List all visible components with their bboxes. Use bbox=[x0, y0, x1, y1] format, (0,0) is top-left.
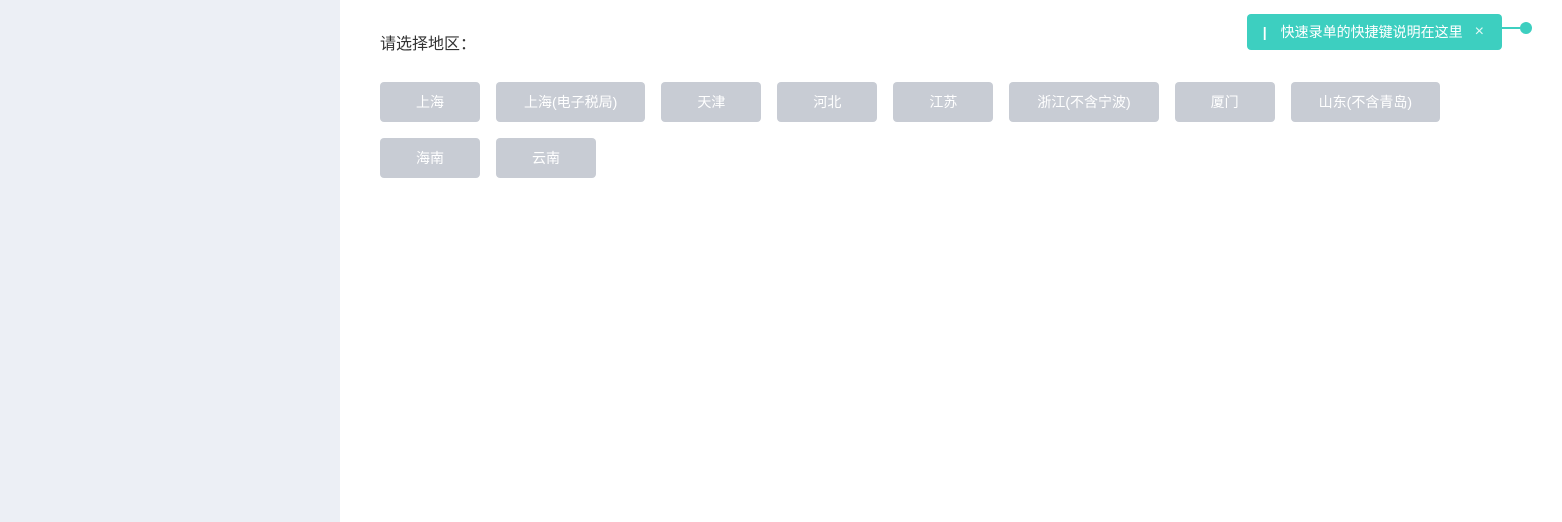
region-btn-xiamen[interactable]: 厦门 bbox=[1175, 82, 1275, 122]
region-btn-zhejiang[interactable]: 浙江(不含宁波) bbox=[1009, 82, 1158, 122]
left-sidebar bbox=[0, 0, 340, 522]
tooltip-dot bbox=[1520, 22, 1532, 34]
tooltip-text: 快速录单的快捷键说明在这里 bbox=[1281, 22, 1463, 42]
region-btn-shanghai-etax[interactable]: 上海(电子税局) bbox=[496, 82, 645, 122]
region-btn-hainan[interactable]: 海南 bbox=[380, 138, 480, 178]
region-btn-shandong[interactable]: 山东(不含青岛) bbox=[1291, 82, 1440, 122]
region-buttons-container: 上海上海(电子税局) 天津河北江苏浙江(不含宁波) 厦门山东(不含青岛) 海南云南 bbox=[380, 82, 1522, 178]
region-btn-jiangsu[interactable]: 江苏 bbox=[893, 82, 993, 122]
main-content: 请选择地区： 上海上海(电子税局)天津河北江苏浙江(不含宁波)厦门山东(不含青岛… bbox=[340, 0, 1562, 522]
region-btn-yunnan[interactable]: 云南 bbox=[496, 138, 596, 178]
region-btn-tianjin[interactable]: 天津 bbox=[661, 82, 761, 122]
region-btn-hebei[interactable]: 河北 bbox=[777, 82, 877, 122]
region-btn-shanghai[interactable]: 上海 bbox=[380, 82, 480, 122]
tooltip-bar: 快速录单的快捷键说明在这里 × bbox=[1247, 14, 1502, 50]
tooltip-line bbox=[1502, 27, 1520, 29]
tooltip-close-button[interactable]: × bbox=[1473, 23, 1486, 41]
